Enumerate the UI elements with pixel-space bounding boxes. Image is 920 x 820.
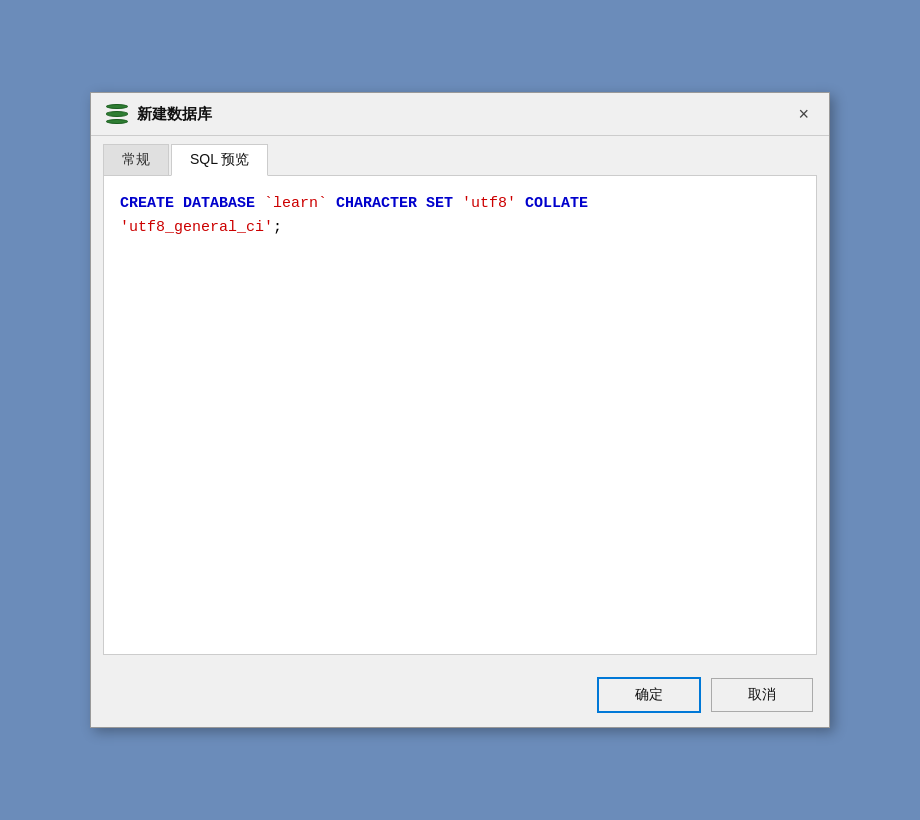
keyword-collate: COLLATE — [516, 195, 588, 212]
create-database-dialog: 新建数据库 × 常规 SQL 预览 CREATE DATABASE `learn… — [90, 92, 830, 728]
database-icon — [105, 104, 129, 124]
sql-semicolon: ; — [273, 219, 282, 236]
keyword-character-set: CHARACTER SET — [327, 195, 462, 212]
sql-code-block: CREATE DATABASE `learn` CHARACTER SET 'u… — [120, 192, 800, 240]
dialog-title: 新建数据库 — [137, 105, 792, 124]
db-name: `learn` — [264, 195, 327, 212]
dialog-footer: 确定 取消 — [91, 667, 829, 727]
sql-preview-content: CREATE DATABASE `learn` CHARACTER SET 'u… — [103, 175, 817, 655]
cancel-button[interactable]: 取消 — [711, 678, 813, 712]
tab-sql-preview[interactable]: SQL 预览 — [171, 144, 268, 176]
tab-bar: 常规 SQL 预览 — [91, 136, 829, 175]
confirm-button[interactable]: 确定 — [597, 677, 701, 713]
keyword-create-database: CREATE DATABASE — [120, 195, 264, 212]
charset-value: 'utf8' — [462, 195, 516, 212]
close-button[interactable]: × — [792, 103, 815, 125]
collate-value: 'utf8_general_ci' — [120, 219, 273, 236]
tab-general[interactable]: 常规 — [103, 144, 169, 175]
title-bar: 新建数据库 × — [91, 93, 829, 136]
